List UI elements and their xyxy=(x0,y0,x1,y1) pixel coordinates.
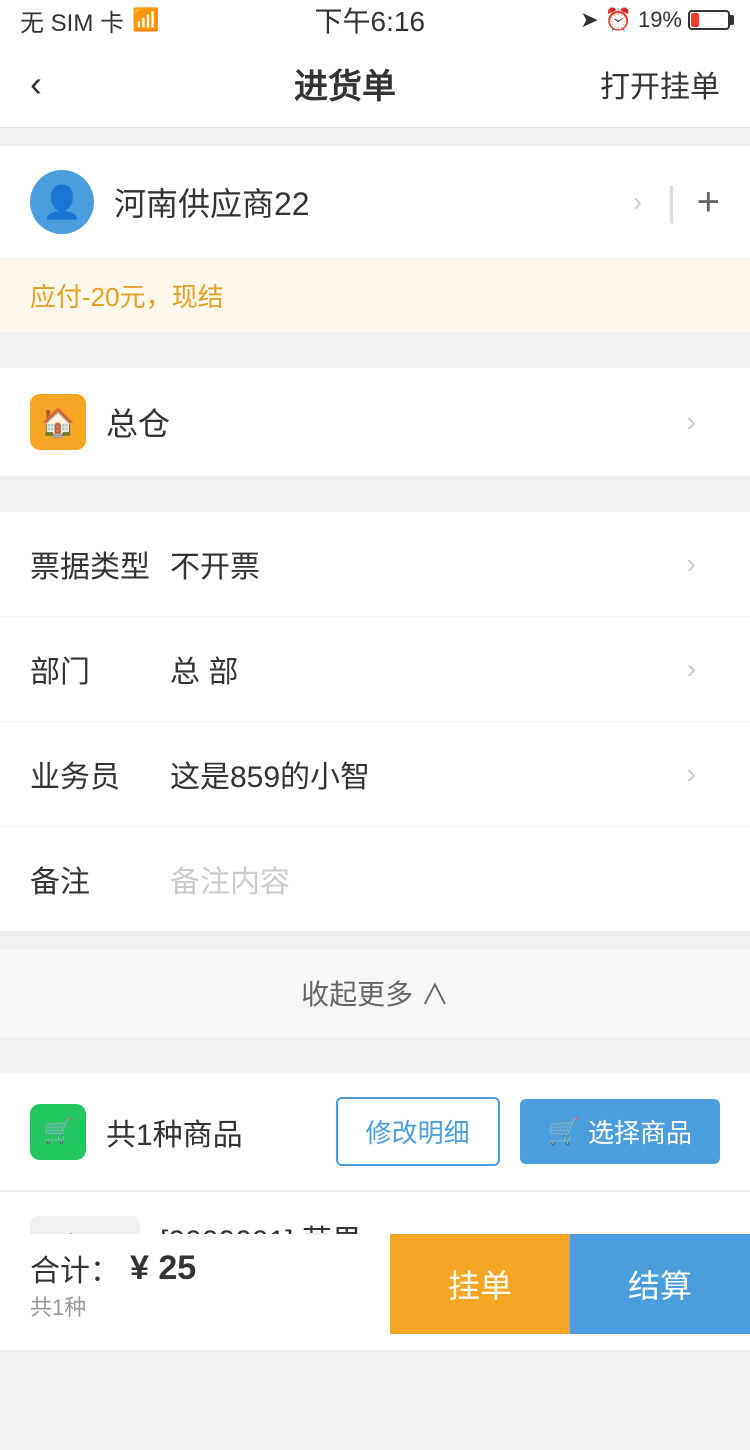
products-count: 共1种商品 xyxy=(106,1110,316,1154)
form-section: 票据类型 不开票 › 部门 总 部 › 业务员 这是859的小智 › 备注 备注… xyxy=(0,512,750,931)
department-row[interactable]: 部门 总 部 › xyxy=(0,617,750,722)
total-label: 合计： xyxy=(30,1246,120,1290)
select-product-label: 选择商品 xyxy=(588,1113,692,1150)
back-button[interactable]: ‹ xyxy=(30,63,90,105)
section-gap-2 xyxy=(0,332,750,350)
collapse-label: 收起更多 ∧ xyxy=(301,979,449,1010)
supplier-section: 👤 河南供应商22 › | + 应付-20元，现结 xyxy=(0,146,750,332)
suspend-button[interactable]: 挂单 xyxy=(390,1234,570,1334)
salesman-chevron-icon: › xyxy=(687,758,696,790)
edit-details-button[interactable]: 修改明细 xyxy=(336,1097,500,1166)
section-gap-1 xyxy=(0,128,750,146)
invoice-type-row[interactable]: 票据类型 不开票 › xyxy=(0,512,750,617)
checkout-button[interactable]: 结算 xyxy=(570,1234,750,1334)
item-count: 共1种 xyxy=(30,1290,360,1322)
salesman-row[interactable]: 业务员 这是859的小智 › xyxy=(0,722,750,827)
department-chevron-icon: › xyxy=(687,653,696,685)
section-gap-3 xyxy=(0,476,750,494)
home-icon: 🏠 xyxy=(41,406,76,439)
status-bar-time: 下午6:16 xyxy=(315,0,426,40)
remark-label: 备注 xyxy=(30,857,170,901)
total-amount: ¥ 25 xyxy=(130,1249,196,1288)
payment-notice: 应付-20元，现结 xyxy=(0,259,750,332)
remark-row[interactable]: 备注 备注内容 xyxy=(0,827,750,931)
warehouse-chevron-icon: › xyxy=(687,406,696,438)
carrier-label: 无 SIM 卡 xyxy=(20,3,124,38)
select-product-button[interactable]: 🛒 选择商品 xyxy=(520,1099,720,1164)
total-row: 合计： ¥ 25 xyxy=(30,1246,360,1290)
open-suspend-button[interactable]: 打开挂单 xyxy=(600,62,720,106)
supplier-row[interactable]: 👤 河南供应商22 › | + xyxy=(0,146,750,259)
department-label: 部门 xyxy=(30,647,170,691)
battery-percentage: 19% xyxy=(638,7,682,33)
status-bar: 无 SIM 卡 📶 下午6:16 ➤ ⏰ 19% xyxy=(0,0,750,40)
battery-icon xyxy=(688,10,730,30)
nav-bar: ‹ 进货单 打开挂单 xyxy=(0,40,750,128)
status-bar-left: 无 SIM 卡 📶 xyxy=(20,3,159,38)
page-title: 进货单 xyxy=(294,59,396,108)
wifi-icon: 📶 xyxy=(132,7,159,33)
section-gap-4 xyxy=(0,1037,750,1055)
supplier-chevron-icon: › xyxy=(633,186,642,218)
add-supplier-button[interactable]: + xyxy=(697,180,720,225)
warehouse-name: 总仓 xyxy=(106,399,687,445)
warehouse-icon: 🏠 xyxy=(30,394,86,450)
status-bar-right: ➤ ⏰ 19% xyxy=(580,7,730,33)
salesman-value: 这是859的小智 xyxy=(170,752,687,796)
collapse-row[interactable]: 收起更多 ∧ xyxy=(0,949,750,1037)
invoice-chevron-icon: › xyxy=(687,548,696,580)
salesman-label: 业务员 xyxy=(30,752,170,796)
products-header: 🛒 共1种商品 修改明细 🛒 选择商品 xyxy=(0,1073,750,1190)
warehouse-row[interactable]: 🏠 总仓 › xyxy=(0,368,750,476)
avatar-icon: 👤 xyxy=(42,183,82,221)
select-cart-icon: 🛒 xyxy=(548,1116,580,1147)
invoice-type-value: 不开票 xyxy=(170,542,687,586)
bottom-bar: 合计： ¥ 25 共1种 挂单 结算 xyxy=(0,1234,750,1334)
vertical-divider: | xyxy=(666,180,676,225)
location-icon: ➤ xyxy=(580,7,598,33)
supplier-name: 河南供应商22 xyxy=(114,179,633,225)
bottom-spacer xyxy=(0,1350,750,1450)
cart-icon: 🛒 xyxy=(43,1117,73,1146)
alarm-icon: ⏰ xyxy=(605,7,632,33)
warehouse-section: 🏠 总仓 › xyxy=(0,368,750,476)
invoice-type-label: 票据类型 xyxy=(30,542,170,586)
products-icon: 🛒 xyxy=(30,1104,86,1160)
bottom-summary: 合计： ¥ 25 共1种 xyxy=(0,1234,390,1334)
department-value: 总 部 xyxy=(170,647,687,691)
supplier-avatar: 👤 xyxy=(30,170,94,234)
remark-input[interactable]: 备注内容 xyxy=(170,857,720,901)
